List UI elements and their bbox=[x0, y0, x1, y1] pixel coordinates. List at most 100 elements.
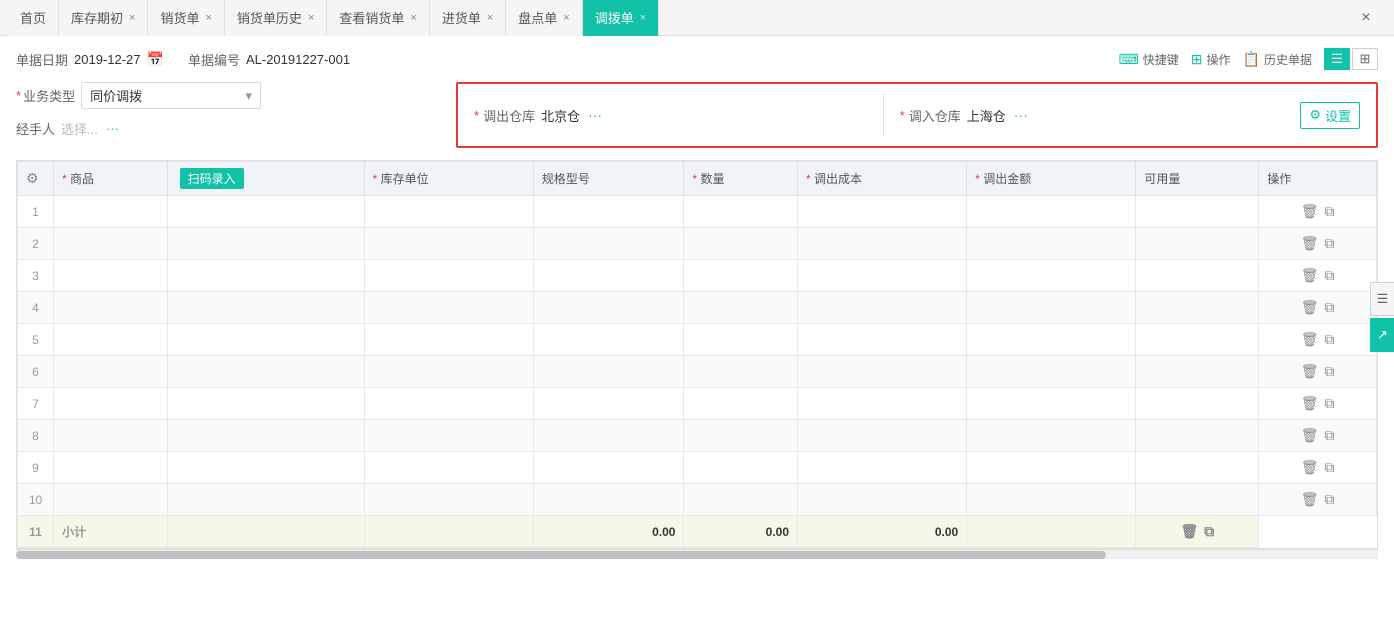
cell-amount[interactable] bbox=[967, 452, 1136, 484]
cell-amount[interactable] bbox=[967, 228, 1136, 260]
tab-close-sales-history[interactable]: × bbox=[308, 12, 314, 24]
person-more-button[interactable]: ··· bbox=[106, 121, 119, 136]
cell-unit[interactable] bbox=[364, 420, 533, 452]
copy-icon[interactable]: ⧉ bbox=[1325, 395, 1335, 412]
scroll-thumb[interactable] bbox=[16, 551, 1106, 559]
cell-cost[interactable] bbox=[798, 420, 967, 452]
tab-close-view-sales[interactable]: × bbox=[410, 12, 416, 24]
cell-amount[interactable] bbox=[967, 260, 1136, 292]
cell-spec[interactable] bbox=[533, 420, 684, 452]
delete-icon[interactable]: 🗑 bbox=[1301, 331, 1319, 348]
tab-close-inventory-count[interactable]: × bbox=[563, 12, 569, 24]
horizontal-scrollbar[interactable] bbox=[16, 549, 1378, 559]
list-view-button[interactable]: ☰ bbox=[1324, 48, 1350, 70]
cell-qty[interactable] bbox=[684, 324, 798, 356]
cell-qty[interactable] bbox=[684, 420, 798, 452]
action-button[interactable]: ⊞ 操作 bbox=[1191, 51, 1231, 68]
cell-qty[interactable] bbox=[684, 196, 798, 228]
delete-icon[interactable]: 🗑 bbox=[1301, 427, 1319, 444]
cell-amount[interactable] bbox=[967, 196, 1136, 228]
copy-icon[interactable]: ⧉ bbox=[1325, 299, 1335, 316]
sidebar-export-button[interactable]: ↗ bbox=[1370, 318, 1394, 352]
scan-button[interactable]: 扫码录入 bbox=[180, 168, 244, 189]
cell-cost[interactable] bbox=[798, 292, 967, 324]
tab-home[interactable]: 首页 bbox=[8, 0, 59, 36]
cell-product[interactable] bbox=[54, 388, 168, 420]
cell-cost[interactable] bbox=[798, 228, 967, 260]
cell-qty[interactable] bbox=[684, 292, 798, 324]
delete-icon[interactable]: 🗑 bbox=[1301, 267, 1319, 284]
tab-inventory-init[interactable]: 库存期初 × bbox=[59, 0, 148, 36]
tab-transfer-order[interactable]: 调拨单 × bbox=[583, 0, 659, 36]
delete-icon[interactable]: 🗑 bbox=[1301, 491, 1319, 508]
delete-icon[interactable]: 🗑 bbox=[1301, 363, 1319, 380]
cell-spec[interactable] bbox=[533, 228, 684, 260]
cell-cost[interactable] bbox=[798, 388, 967, 420]
window-close-button[interactable]: × bbox=[1354, 6, 1378, 30]
tab-close-sales-order[interactable]: × bbox=[205, 12, 211, 24]
cell-spec[interactable] bbox=[533, 452, 684, 484]
cell-spec[interactable] bbox=[533, 196, 684, 228]
cell-spec[interactable] bbox=[533, 388, 684, 420]
cell-cost[interactable] bbox=[798, 356, 967, 388]
delete-icon[interactable]: 🗑 bbox=[1301, 459, 1319, 476]
cell-product[interactable] bbox=[54, 452, 168, 484]
delete-icon[interactable]: 🗑 bbox=[1301, 203, 1319, 220]
cell-product[interactable] bbox=[54, 420, 168, 452]
cell-product[interactable] bbox=[54, 356, 168, 388]
sidebar-list-button[interactable]: ☰ bbox=[1370, 282, 1394, 316]
cell-product[interactable] bbox=[54, 292, 168, 324]
cell-product[interactable] bbox=[54, 228, 168, 260]
cell-unit[interactable] bbox=[364, 388, 533, 420]
cell-qty[interactable] bbox=[684, 484, 798, 516]
tab-close-inventory-init[interactable]: × bbox=[129, 12, 135, 24]
cell-amount[interactable] bbox=[967, 484, 1136, 516]
grid-view-button[interactable]: ⊞ bbox=[1352, 48, 1378, 70]
cell-qty[interactable] bbox=[684, 260, 798, 292]
cell-amount[interactable] bbox=[967, 420, 1136, 452]
history-button[interactable]: 📋 历史单据 bbox=[1243, 51, 1312, 68]
tab-sales-history[interactable]: 销货单历史 × bbox=[225, 0, 327, 36]
cell-unit[interactable] bbox=[364, 292, 533, 324]
cell-cost[interactable] bbox=[798, 452, 967, 484]
delete-icon[interactable]: 🗑 bbox=[1301, 235, 1319, 252]
th-gear[interactable]: ⚙ bbox=[18, 162, 54, 196]
tab-inventory-count[interactable]: 盘点单 × bbox=[506, 0, 582, 36]
cell-qty[interactable] bbox=[684, 356, 798, 388]
delete-icon[interactable]: 🗑 bbox=[1301, 299, 1319, 316]
copy-icon[interactable]: ⧉ bbox=[1325, 459, 1335, 476]
cell-qty[interactable] bbox=[684, 228, 798, 260]
cell-spec[interactable] bbox=[533, 356, 684, 388]
cell-product[interactable] bbox=[54, 196, 168, 228]
cell-unit[interactable] bbox=[364, 228, 533, 260]
cell-amount[interactable] bbox=[967, 292, 1136, 324]
cell-spec[interactable] bbox=[533, 324, 684, 356]
settings-button[interactable]: ⚙ 设置 bbox=[1300, 102, 1360, 129]
business-type-select[interactable]: 同价调拨 ▾ bbox=[81, 82, 261, 109]
cell-unit[interactable] bbox=[364, 452, 533, 484]
shortcut-button[interactable]: ⌨ 快捷键 bbox=[1119, 51, 1179, 68]
copy-icon[interactable]: ⧉ bbox=[1325, 363, 1335, 380]
warehouse-out-more-button[interactable]: ··· bbox=[588, 107, 602, 123]
cell-cost[interactable] bbox=[798, 324, 967, 356]
cell-unit[interactable] bbox=[364, 356, 533, 388]
delete-icon[interactable]: 🗑 bbox=[1180, 523, 1198, 540]
cell-product[interactable] bbox=[54, 484, 168, 516]
cell-amount[interactable] bbox=[967, 388, 1136, 420]
tab-view-sales[interactable]: 查看销货单 × bbox=[327, 0, 429, 36]
cell-spec[interactable] bbox=[533, 484, 684, 516]
copy-icon[interactable]: ⧉ bbox=[1325, 203, 1335, 220]
cell-cost[interactable] bbox=[798, 260, 967, 292]
calendar-icon[interactable]: 📅 bbox=[147, 51, 164, 68]
cell-product[interactable] bbox=[54, 324, 168, 356]
cell-unit[interactable] bbox=[364, 484, 533, 516]
cell-unit[interactable] bbox=[364, 260, 533, 292]
cell-qty[interactable] bbox=[684, 452, 798, 484]
cell-product[interactable] bbox=[54, 260, 168, 292]
cell-amount[interactable] bbox=[967, 324, 1136, 356]
tab-close-purchase-order[interactable]: × bbox=[487, 12, 493, 24]
cell-unit[interactable] bbox=[364, 324, 533, 356]
tab-sales-order[interactable]: 销货单 × bbox=[148, 0, 224, 36]
copy-icon[interactable]: ⧉ bbox=[1204, 523, 1214, 540]
copy-icon[interactable]: ⧉ bbox=[1325, 331, 1335, 348]
